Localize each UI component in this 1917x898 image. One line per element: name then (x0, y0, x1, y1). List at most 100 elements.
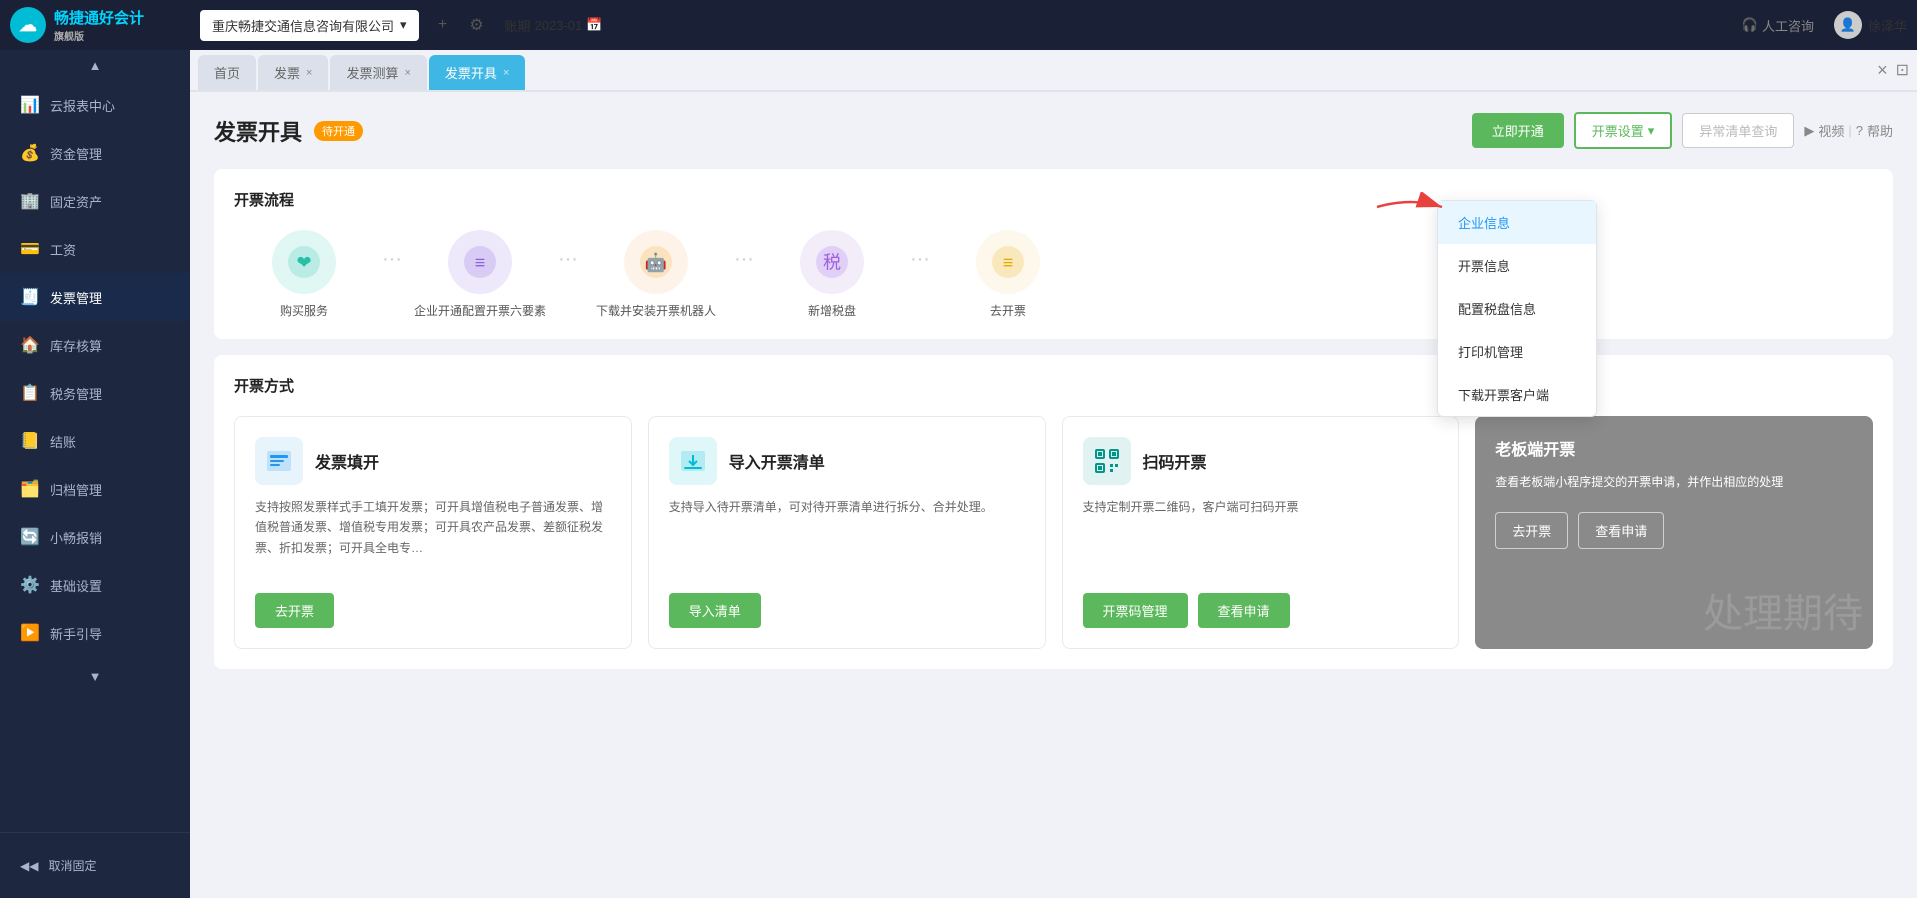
sidebar-item-tax[interactable]: 📋 税务管理 (0, 369, 190, 417)
boss-view-apply-button[interactable]: 查看申请 (1578, 512, 1664, 549)
sidebar-item-accounting[interactable]: 📒 结账 (0, 417, 190, 465)
period-display: 账期 2023-01 📅 (505, 16, 603, 35)
sidebar-label-archive: 归档管理 (50, 480, 102, 499)
tab-close-all-button[interactable]: × (1877, 60, 1888, 81)
sidebar-item-cloud-report[interactable]: 📊 云报表中心 (0, 81, 190, 129)
boss-go-button[interactable]: 去开票 (1495, 512, 1568, 549)
method-fill-desc: 支持按照发票样式手工填开发票；可开具增值税电子普通发票、增值税普通发票、增值税专… (255, 497, 611, 577)
add-button[interactable]: + (431, 13, 455, 37)
user-profile[interactable]: 👤 徐泽华 (1834, 11, 1907, 39)
svg-text:🤖: 🤖 (645, 252, 667, 273)
page-content: 发票开具 待开通 立即开通 开票设置 ▾ 异常清单查询 ▶ 视频 | ? 帮助 (190, 92, 1917, 898)
main-area: 首页 发票 × 发票测算 × 发票开具 × × ⊡ 发票开具 待开通 立即开通 … (190, 50, 1917, 898)
sidebar-item-invoice[interactable]: 🧾 发票管理 (0, 273, 190, 321)
logo-area: ☁ 畅捷通好会计 旗舰版 (10, 7, 200, 43)
flow-section: 开票流程 ❤ 购买服务 ··· (214, 169, 1893, 339)
dropdown-item-download-client[interactable]: 下载开票客户端 (1438, 373, 1596, 416)
inventory-icon: 🏠 (20, 335, 40, 355)
sidebar-scroll-down[interactable]: ▼ (0, 661, 190, 692)
settings-menu-icon: ⚙️ (20, 575, 40, 595)
cancel-fixed-icon: ◀◀ (20, 859, 38, 873)
flow-step-3: 🤖 下载并安装开票机器人 (586, 230, 726, 319)
sidebar-item-fund[interactable]: 💰 资金管理 (0, 129, 190, 177)
invoice-setting-button[interactable]: 开票设置 ▾ (1574, 112, 1673, 149)
boss-buttons: 去开票 查看申请 (1495, 512, 1853, 549)
method-fill-header: 发票填开 (255, 437, 611, 485)
dropdown-item-invoice-info[interactable]: 开票信息 (1438, 244, 1596, 287)
invoice-setting-label: 开票设置 (1592, 121, 1644, 140)
qr-manage-button[interactable]: 开票码管理 (1083, 593, 1188, 628)
chevron-down-icon: ▾ (400, 17, 407, 33)
period-label: 账期 (505, 16, 531, 35)
sidebar-item-report[interactable]: 🔄 小畅报销 (0, 513, 190, 561)
tab-maximize-button[interactable]: ⊡ (1896, 60, 1909, 81)
svg-text:≡: ≡ (475, 253, 486, 273)
fund-icon: 💰 (20, 143, 40, 163)
video-label[interactable]: 视频 (1818, 121, 1844, 140)
consultant-button[interactable]: 🎧 人工咨询 (1742, 16, 1814, 35)
sidebar-label-fund: 资金管理 (50, 144, 102, 163)
period-value: 2023-01 (535, 18, 583, 33)
anomaly-list-button[interactable]: 异常清单查询 (1682, 113, 1794, 148)
tab-invoice-list-close[interactable]: × (306, 67, 312, 79)
logo-sub: 旗舰版 (54, 28, 144, 43)
sidebar-item-fixed-assets[interactable]: 🏢 固定资产 (0, 177, 190, 225)
method-card-import: 导入开票清单 支持导入待开票清单，可对待开票清单进行拆分、合并处理。 导入清单 (648, 416, 1046, 649)
scan-view-apply-button[interactable]: 查看申请 (1198, 593, 1290, 628)
sidebar-label-guide: 新手引导 (50, 624, 102, 643)
settings-icon[interactable]: ⚙ (465, 13, 489, 37)
tab-invoice-list[interactable]: 发票 × (258, 55, 328, 90)
sidebar-item-archive[interactable]: 🗂️ 归档管理 (0, 465, 190, 513)
method-scan-icon (1083, 437, 1131, 485)
sidebar-item-salary[interactable]: 💳 工资 (0, 225, 190, 273)
question-icon: ? (1856, 123, 1863, 138)
method-fill-title: 发票填开 (315, 449, 379, 473)
tab-invoice-open-close[interactable]: × (503, 67, 509, 79)
method-import-header: 导入开票清单 (669, 437, 1025, 485)
tab-invoice-calc-close[interactable]: × (404, 67, 410, 79)
method-import-title: 导入开票清单 (729, 449, 825, 473)
dropdown-item-printer[interactable]: 打印机管理 (1438, 330, 1596, 373)
import-list-button[interactable]: 导入清单 (669, 593, 761, 628)
svg-text:≡: ≡ (1003, 253, 1014, 273)
top-header: ☁ 畅捷通好会计 旗舰版 重庆畅捷交通信息咨询有限公司 ▾ + ⚙ 账期 202… (0, 0, 1917, 50)
tab-invoice-open[interactable]: 发票开具 × (429, 55, 525, 90)
report-icon: 🔄 (20, 527, 40, 547)
activate-button[interactable]: 立即开通 (1472, 113, 1564, 148)
sidebar-item-settings[interactable]: ⚙️ 基础设置 (0, 561, 190, 609)
method-scan-desc: 支持定制开票二维码，客户端可扫码开票 (1083, 497, 1439, 577)
logo-title: 畅捷通好会计 (54, 7, 144, 28)
headset-icon: 🎧 (1742, 17, 1758, 33)
fill-invoice-button[interactable]: 去开票 (255, 593, 334, 628)
flow-steps: ❤ 购买服务 ··· ≡ 企业开通配置开票六要素 ·· (234, 230, 1873, 319)
sidebar-label-invoice: 发票管理 (50, 288, 102, 307)
logo-text: 畅捷通好会计 旗舰版 (54, 7, 144, 43)
flow-step-5: ≡ 去开票 (938, 230, 1078, 319)
sidebar-item-guide[interactable]: ▶️ 新手引导 (0, 609, 190, 657)
sidebar-scroll-up[interactable]: ▲ (0, 50, 190, 81)
boss-title: 老板端开票 (1495, 436, 1853, 460)
flow-arrow-2: ··· (558, 248, 578, 301)
method-import-desc: 支持导入待开票清单，可对待开票清单进行拆分、合并处理。 (669, 497, 1025, 577)
help-label[interactable]: 帮助 (1867, 121, 1893, 140)
tab-invoice-calc[interactable]: 发票测算 × (330, 55, 426, 90)
sidebar-label-settings: 基础设置 (50, 576, 102, 595)
sidebar-item-inventory[interactable]: 🏠 库存核算 (0, 321, 190, 369)
dropdown-item-company-info[interactable]: 企业信息 (1438, 201, 1596, 244)
flow-step-2-icon: ≡ (448, 230, 512, 294)
flow-step-2-label: 企业开通配置开票六要素 (414, 302, 546, 319)
tab-home[interactable]: 首页 (198, 55, 256, 90)
archive-icon: 🗂️ (20, 479, 40, 499)
flow-arrow-1: ··· (382, 248, 402, 301)
cancel-fixed-button[interactable]: ◀◀ 取消固定 (0, 843, 190, 888)
dropdown-item-tax-config[interactable]: 配置税盘信息 (1438, 287, 1596, 330)
video-play-icon: ▶ (1804, 123, 1814, 139)
flow-arrow-3: ··· (734, 248, 754, 301)
company-selector[interactable]: 重庆畅捷交通信息咨询有限公司 ▾ (200, 10, 419, 41)
cancel-fixed-label: 取消固定 (48, 857, 96, 874)
avatar: 👤 (1834, 11, 1862, 39)
logo-icon: ☁ (10, 7, 46, 43)
sidebar-label-report: 小畅报销 (50, 528, 102, 547)
page-actions: 立即开通 开票设置 ▾ 异常清单查询 ▶ 视频 | ? 帮助 (1472, 112, 1893, 149)
method-scan-title: 扫码开票 (1143, 449, 1207, 473)
